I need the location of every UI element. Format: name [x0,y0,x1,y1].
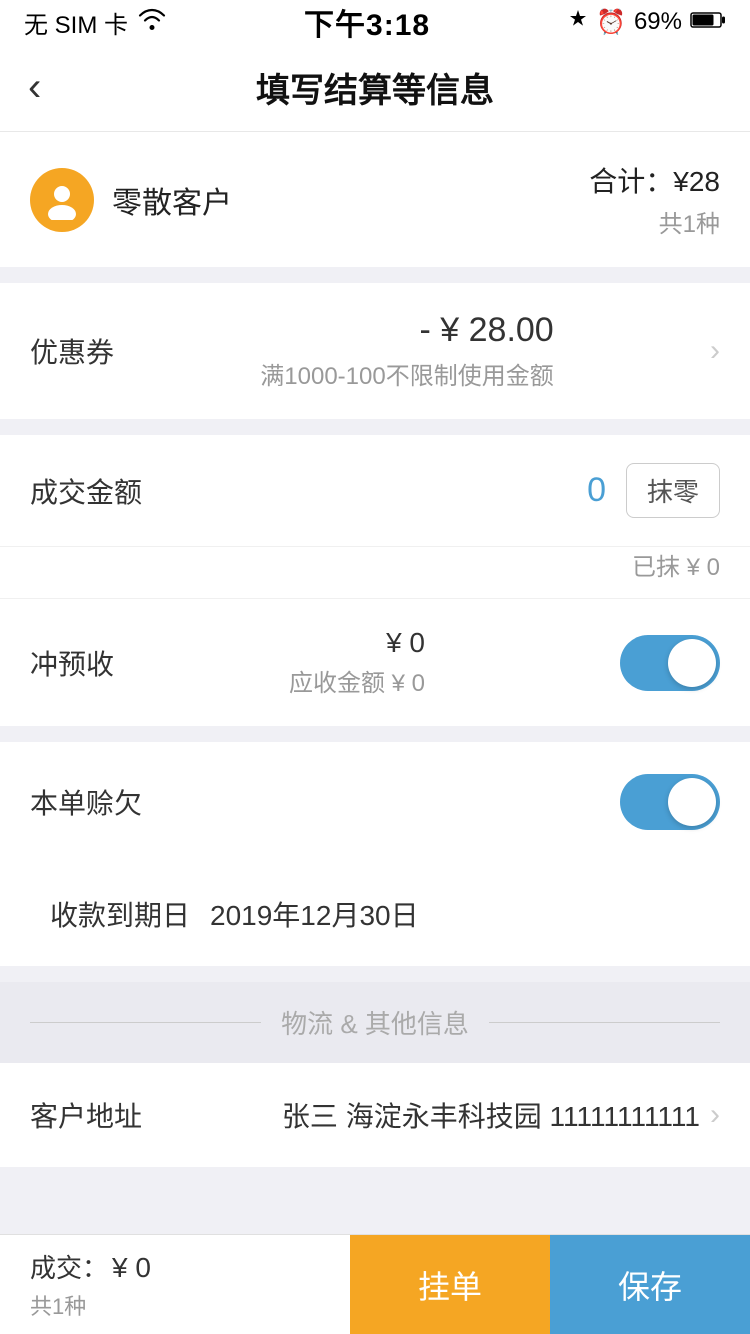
deal-amount-value[interactable]: 0 [546,471,606,510]
customer-name: 零散客户 [112,178,232,222]
deal-amount-block: 成交金额 0 抹零 已抹 ¥ 0 [0,435,750,599]
location-icon [568,8,588,36]
pre-collect-row: 冲预收 ¥ 0 应收金额 ¥ 0 [0,599,750,726]
debt-section: 本单赊欠 收款到期日 2019年12月30日 [0,742,750,966]
deal-amount-row: 成交金额 0 抹零 [0,435,750,547]
coupon-label: 优惠券 [30,331,114,371]
bottom-bar: 成交：¥ 0 共1种 挂单 保存 [0,1234,750,1334]
status-bar: 无 SIM 卡 下午3:18 ⏰ 69% [0,0,750,44]
total-count: 共1种 [589,204,720,239]
bottom-deal-prefix: 成交： [30,1253,108,1283]
nav-bar: ‹ 填写结算等信息 [0,44,750,132]
due-date-value: 2019年12月30日 [210,900,419,931]
no-sim-text: 无 SIM 卡 [24,5,128,40]
deal-amount-right: 0 抹零 [546,463,720,518]
coupon-row[interactable]: 优惠券 - ¥ 28.00 满1000-100不限制使用金额 › [0,283,750,419]
status-right: ⏰ 69% [568,8,726,37]
pre-collect-value-block: ¥ 0 应收金额 ¥ 0 [289,627,425,698]
coupon-sub: 满1000-100不限制使用金额 [260,356,553,391]
address-section[interactable]: 客户地址 张三 海淀永丰科技园 11111111111 › [0,1063,750,1167]
address-chevron-icon: › [710,1098,720,1132]
address-row[interactable]: 客户地址 张三 海淀永丰科技园 11111111111 › [0,1063,750,1167]
logistics-divider: 物流 & 其他信息 [0,982,750,1063]
alarm-icon: ⏰ [596,8,626,37]
toggle-knob [668,639,716,687]
deal-amount-sub: 已抹 ¥ 0 [0,547,750,598]
battery-text: 69% [634,8,682,36]
amount-section: 成交金额 0 抹零 已抹 ¥ 0 冲预收 ¥ 0 应收金额 ¥ 0 [0,435,750,726]
wifi-icon [138,8,166,37]
bottom-deal-label: 成交：¥ 0 [30,1248,320,1285]
hang-button[interactable]: 挂单 [350,1235,550,1334]
round-zero-button[interactable]: 抹零 [626,463,720,518]
customer-row: 零散客户 合计：¥28 共1种 [0,132,750,267]
pre-collect-value: ¥ 0 [289,627,425,659]
status-left: 无 SIM 卡 [24,5,166,40]
debt-toggle-knob [668,778,716,826]
page-title: 填写结算等信息 [256,63,494,112]
battery-icon [690,8,726,36]
pre-collect-sub: 应收金额 ¥ 0 [289,663,425,698]
debt-row: 本单赊欠 [0,742,750,862]
total-amount: 合计：¥28 [589,160,720,200]
coupon-value-block: - ¥ 28.00 满1000-100不限制使用金额 [260,311,553,391]
address-label: 客户地址 [30,1095,142,1135]
logistics-label: 物流 & 其他信息 [281,1004,469,1041]
avatar [30,168,94,232]
due-date-row: 收款到期日 2019年12月30日 [0,862,750,966]
address-value: 张三 海淀永丰科技园 11111111111 [282,1095,700,1135]
bottom-deal-value: ¥ 0 [112,1252,151,1283]
hang-button-label: 挂单 [418,1262,482,1308]
coupon-section[interactable]: 优惠券 - ¥ 28.00 满1000-100不限制使用金额 › [0,283,750,419]
customer-left: 零散客户 [30,168,232,232]
debt-toggle[interactable] [620,774,720,830]
coupon-value: - ¥ 28.00 [260,311,553,350]
due-date-label: 收款到期日 [50,900,190,931]
status-time: 下午3:18 [304,0,430,44]
debt-label: 本单赊欠 [30,782,142,822]
deal-amount-label: 成交金额 [30,471,142,511]
customer-right: 合计：¥28 共1种 [589,160,720,239]
save-button-label: 保存 [618,1262,682,1308]
pre-collect-toggle[interactable] [620,635,720,691]
divider-line-right [489,1022,720,1023]
divider-line-left [30,1022,261,1023]
back-button[interactable]: ‹ [28,65,41,110]
coupon-chevron-icon: › [710,334,720,368]
address-right: 张三 海淀永丰科技园 11111111111 › [282,1095,720,1135]
customer-section: 零散客户 合计：¥28 共1种 [0,132,750,267]
bottom-deal-count: 共1种 [30,1289,320,1321]
save-button[interactable]: 保存 [550,1235,750,1334]
bottom-summary: 成交：¥ 0 共1种 [0,1235,350,1334]
pre-collect-label: 冲预收 [30,643,114,683]
